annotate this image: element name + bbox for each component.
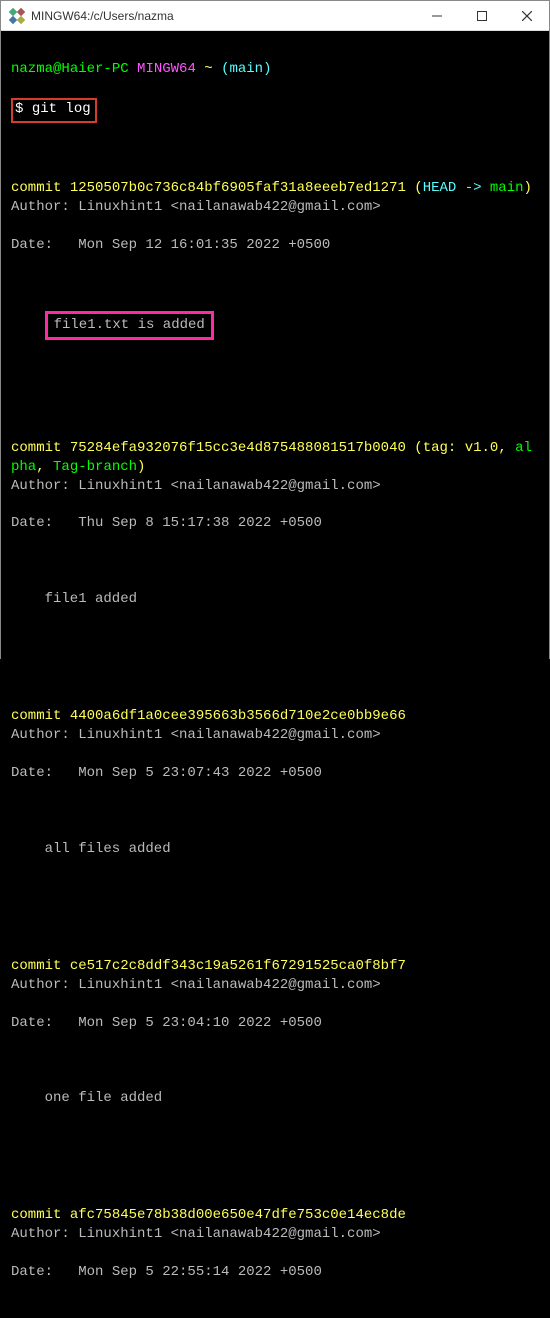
maximize-button[interactable] — [459, 1, 504, 30]
ref-head: HEAD -> — [423, 180, 490, 196]
commit-message: one file added — [11, 1089, 539, 1108]
commit-word: commit — [11, 440, 70, 456]
prompt-line: nazma@Haier-PC MINGW64 ~ (main) — [11, 60, 539, 79]
commit-entry: commit 1250507b0c736c84bf6905faf31a8eeeb… — [11, 160, 539, 359]
commit-date: Date: Mon Sep 12 16:01:35 2022 +0500 — [11, 236, 539, 255]
commit-hash: 1250507b0c736c84bf6905faf31a8eeeb7ed1271 — [70, 180, 406, 196]
window-controls — [414, 1, 549, 30]
command-highlight: $ git log — [11, 98, 97, 123]
commit-message: all files added — [11, 840, 539, 859]
commit-word: commit — [11, 958, 70, 974]
terminal-area[interactable]: nazma@Haier-PC MINGW64 ~ (main) $ git lo… — [1, 31, 549, 1318]
commit-author: Author: Linuxhint1 <nailanawab422@gmail.… — [11, 198, 539, 217]
prompt-env: MINGW64 — [137, 61, 196, 77]
commit-hash: afc75845e78b38d00e650e47dfe753c0e14ec8de — [70, 1207, 406, 1223]
commit-hash: 75284efa932076f15cc3e4d875488081517b0040 — [70, 440, 406, 456]
ref-branch: main — [490, 180, 524, 196]
commit-message: file1.txt is added — [45, 311, 214, 340]
commit-hash: ce517c2c8ddf343c19a5261f67291525ca0f8bf7 — [70, 958, 406, 974]
commit-entry: commit 4400a6df1a0cee395663b3566d710e2ce… — [11, 688, 539, 877]
command-text: git log — [32, 101, 91, 117]
window-title: MINGW64:/c/Users/nazma — [31, 9, 414, 23]
commit-date: Date: Thu Sep 8 15:17:38 2022 +0500 — [11, 514, 539, 533]
ref-tagbranch: Tag-branch — [53, 459, 137, 475]
commit-entry: commit ce517c2c8ddf343c19a5261f67291525c… — [11, 938, 539, 1127]
prompt-path: ~ — [204, 61, 212, 77]
commit-entry: commit afc75845e78b38d00e650e47dfe753c0e… — [11, 1188, 539, 1318]
minimize-button[interactable] — [414, 1, 459, 30]
prompt-host: Haier-PC — [61, 61, 128, 77]
commit-date: Date: Mon Sep 5 22:55:14 2022 +0500 — [11, 1263, 539, 1282]
commit-author: Author: Linuxhint1 <nailanawab422@gmail.… — [11, 1225, 539, 1244]
ref-tag: tag: v1.0 — [423, 440, 499, 456]
app-icon — [9, 8, 25, 24]
command-line: $ git log — [11, 98, 539, 123]
commit-author: Author: Linuxhint1 <nailanawab422@gmail.… — [11, 477, 539, 496]
prompt-ps1: $ — [15, 101, 23, 117]
commit-entry: commit 75284efa932076f15cc3e4d8754880815… — [11, 420, 539, 628]
window-titlebar: MINGW64:/c/Users/nazma — [1, 1, 549, 31]
close-button[interactable] — [504, 1, 549, 30]
prompt-branch: (main) — [221, 61, 271, 77]
commit-word: commit — [11, 1207, 70, 1223]
commit-message-row: file1.txt is added — [11, 311, 539, 340]
commit-date: Date: Mon Sep 5 23:04:10 2022 +0500 — [11, 1014, 539, 1033]
commit-author: Author: Linuxhint1 <nailanawab422@gmail.… — [11, 976, 539, 995]
commit-author: Author: Linuxhint1 <nailanawab422@gmail.… — [11, 726, 539, 745]
commit-hash: 4400a6df1a0cee395663b3566d710e2ce0bb9e66 — [70, 708, 406, 724]
prompt-user: nazma — [11, 61, 53, 77]
commit-message: file1 added — [11, 590, 539, 609]
commit-word: commit — [11, 708, 70, 724]
commit-date: Date: Mon Sep 5 23:07:43 2022 +0500 — [11, 764, 539, 783]
commit-word: commit — [11, 180, 70, 196]
